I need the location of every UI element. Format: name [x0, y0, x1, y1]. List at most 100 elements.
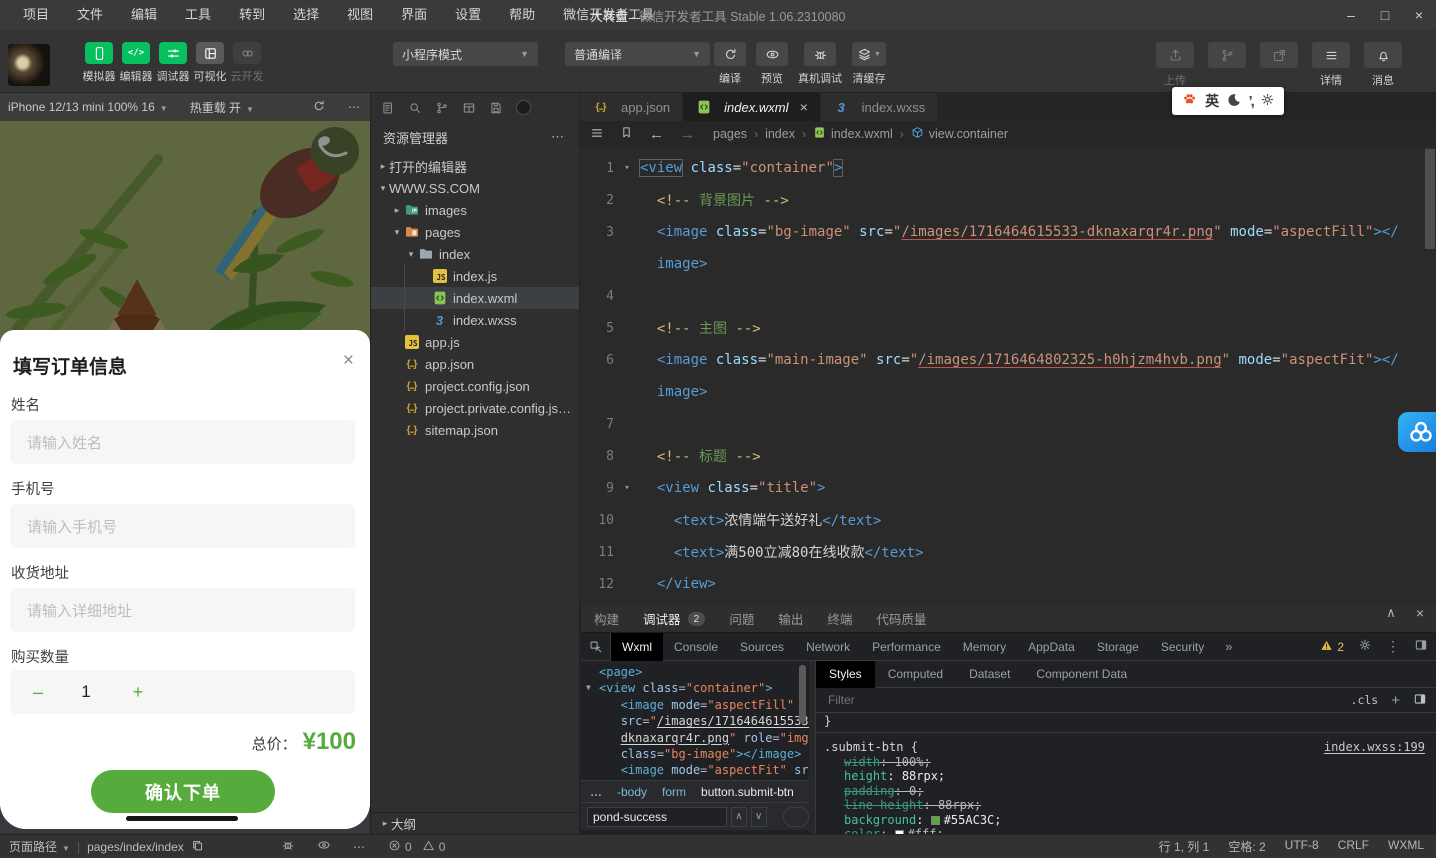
page-icon[interactable]	[381, 101, 395, 118]
search-next-button[interactable]: ∨	[750, 806, 767, 827]
code-line[interactable]: 8 <!-- 标题 -->	[580, 440, 1436, 472]
debugger-button[interactable]: 调试器	[157, 42, 190, 84]
devtools-tab-Sources[interactable]: Sources	[729, 633, 795, 661]
code-line[interactable]: 1 ▾ <view class="container">	[580, 152, 1436, 184]
menu-item-5[interactable]: 选择	[280, 0, 332, 30]
outline-section[interactable]: ▸ 大纲	[371, 812, 579, 834]
dom-crumb-form[interactable]: form	[662, 785, 686, 799]
status-item[interactable]: 行 1, 列 1	[1159, 838, 1210, 855]
tree-item-pages[interactable]: ▾ pages	[371, 221, 579, 243]
code-line[interactable]: 5 <!-- 主图 -->	[580, 312, 1436, 344]
dock-side-icon[interactable]	[1414, 638, 1428, 655]
refresh-icon[interactable]	[312, 99, 326, 116]
copy-icon[interactable]	[191, 839, 204, 855]
tree-item-index.js[interactable]: JS index.js	[371, 265, 579, 287]
compile-button[interactable]: 编译	[714, 42, 746, 86]
wxml-scrollbar[interactable]	[799, 665, 806, 723]
inspect-element-icon[interactable]	[581, 632, 611, 661]
devtools-tab-Console[interactable]: Console	[663, 633, 729, 661]
tree-item-project.private.config.js[interactable]: {..} project.private.config.js…	[371, 397, 579, 419]
code-line[interactable]: 6 <image class="main-image" src="/images…	[580, 344, 1436, 376]
menu-item-9[interactable]: 帮助	[496, 0, 548, 30]
open-external-button[interactable]	[1259, 42, 1299, 88]
tree-item-app.json[interactable]: {..} app.json	[371, 353, 579, 375]
tab-index.wxml[interactable]: index.wxml ×	[683, 93, 821, 121]
css-property-height[interactable]: height: 88rpx;	[816, 769, 1436, 784]
tree-item-images[interactable]: ▸ images	[371, 199, 579, 221]
code-line[interactable]: image>	[580, 248, 1436, 280]
forward-arrow-icon[interactable]: →	[680, 126, 695, 143]
devtools-tab-Storage[interactable]: Storage	[1086, 633, 1150, 661]
devtools-tab-Security[interactable]: Security	[1150, 633, 1215, 661]
chevron-down-icon[interactable]: ▾	[405, 249, 417, 260]
devtools-tab-Network[interactable]: Network	[795, 633, 861, 661]
kebab-menu-icon[interactable]: ⋮	[1386, 638, 1400, 655]
editor-scrollbar[interactable]	[1425, 149, 1435, 249]
new-rule-button[interactable]: +	[1391, 692, 1400, 709]
preview-button[interactable]: 预览	[756, 42, 788, 86]
more-tabs-icon[interactable]: »	[1215, 639, 1242, 654]
search-cancel-button[interactable]	[782, 806, 809, 827]
status-item[interactable]: WXML	[1388, 838, 1424, 855]
fold-arrow-icon[interactable]: ▾	[614, 163, 640, 173]
hot-reload-toggle[interactable]: 热重载 开 ▼	[190, 99, 254, 116]
menu-item-10[interactable]: 微信开发者工具	[550, 0, 667, 30]
chevron-right-icon[interactable]: ▸	[377, 161, 389, 172]
panel-tab-问题[interactable]: 问题	[729, 609, 754, 628]
gear-icon[interactable]	[1358, 638, 1372, 655]
upload-button[interactable]: 上传	[1155, 42, 1195, 88]
collapse-icon[interactable]: ∧	[1386, 605, 1396, 621]
css-rule-selector[interactable]: .submit-btn {index.wxss:199	[816, 740, 1436, 755]
clear-cache-button[interactable]: ▼ 清缓存	[852, 42, 886, 86]
page-path-select[interactable]: 页面路径 ▼	[9, 838, 70, 855]
minimize-button[interactable]: –	[1334, 0, 1368, 30]
wxml-node-line[interactable]: <image mode="aspectFit" src=	[581, 762, 809, 778]
tab-app.json[interactable]: {..} app.json	[580, 93, 684, 121]
tree-item-WWW.SS.COM[interactable]: ▾ WWW.SS.COM	[371, 177, 579, 199]
visualizer-button[interactable]: 可视化	[194, 42, 227, 84]
menu-item-3[interactable]: 工具	[172, 0, 224, 30]
menu-item-7[interactable]: 界面	[388, 0, 440, 30]
chevron-down-icon[interactable]: ▾	[391, 227, 403, 238]
tree-item-index.wxml[interactable]: index.wxml	[371, 287, 579, 309]
devtools-tab-Performance[interactable]: Performance	[861, 633, 952, 661]
compile-mode-select[interactable]: 普通编译 ▼	[565, 42, 710, 66]
code-line[interactable]: 11 <text>满500立减80在线收款</text>	[580, 536, 1436, 568]
chevron-right-icon[interactable]: ▸	[391, 205, 403, 216]
ime-punctuation-icon[interactable]: ’,	[1249, 93, 1256, 110]
breadcrumb-item-index.wxml[interactable]: index.wxml	[813, 126, 893, 142]
panel-tab-终端[interactable]: 终端	[827, 609, 852, 628]
bookmark-icon[interactable]	[620, 126, 633, 142]
maximize-button[interactable]: □	[1368, 0, 1402, 30]
wxml-node-line[interactable]: ▼ <view class="container">	[581, 680, 809, 696]
list-icon[interactable]	[590, 126, 604, 143]
menu-item-1[interactable]: 文件	[64, 0, 116, 30]
field-input-1[interactable]: 请输入手机号	[10, 504, 355, 548]
dom-crumb-button.submit-btn[interactable]: button.submit-btn	[701, 785, 794, 799]
close-panel-icon[interactable]: ×	[1416, 605, 1424, 621]
more-menu-icon[interactable]: ⋯	[348, 100, 360, 114]
styles-tab-Styles[interactable]: Styles	[816, 661, 875, 688]
toggle-class-button[interactable]: .cls	[1351, 693, 1379, 707]
more-menu-icon[interactable]: ⋯	[353, 840, 365, 854]
css-source-link[interactable]: index.wxss:199	[1324, 740, 1425, 755]
color-swatch[interactable]	[930, 815, 940, 825]
search-prev-button[interactable]: ∧	[731, 806, 747, 827]
close-tab-icon[interactable]: ×	[799, 99, 807, 115]
code-line[interactable]: 12 </view>	[580, 568, 1436, 600]
fold-arrow-icon[interactable]: ▾	[614, 483, 640, 493]
styles-tab-Dataset[interactable]: Dataset	[956, 661, 1023, 688]
mode-select[interactable]: 小程序模式 ▼	[393, 42, 538, 66]
breadcrumb-item-pages[interactable]: pages	[713, 127, 747, 141]
minus-button[interactable]: –	[24, 670, 52, 714]
ime-moon-icon[interactable]	[1226, 92, 1242, 111]
devtools-tab-Memory[interactable]: Memory	[952, 633, 1017, 661]
wxml-node-line[interactable]: dknaxarqr4r.png" role="img"	[581, 730, 809, 746]
tree-item-project.config.json[interactable]: {..} project.config.json	[371, 375, 579, 397]
breadcrumb-item-index[interactable]: index	[765, 127, 795, 141]
panel-divider[interactable]	[809, 661, 816, 834]
ime-paw-icon[interactable]	[1181, 91, 1198, 111]
css-rules[interactable]: …rpx;} .submit-btn {index.wxss:199width:…	[816, 706, 1436, 834]
css-property-color[interactable]: color: #fff;	[816, 827, 1436, 834]
chevron-down-icon[interactable]: ▾	[377, 183, 389, 194]
